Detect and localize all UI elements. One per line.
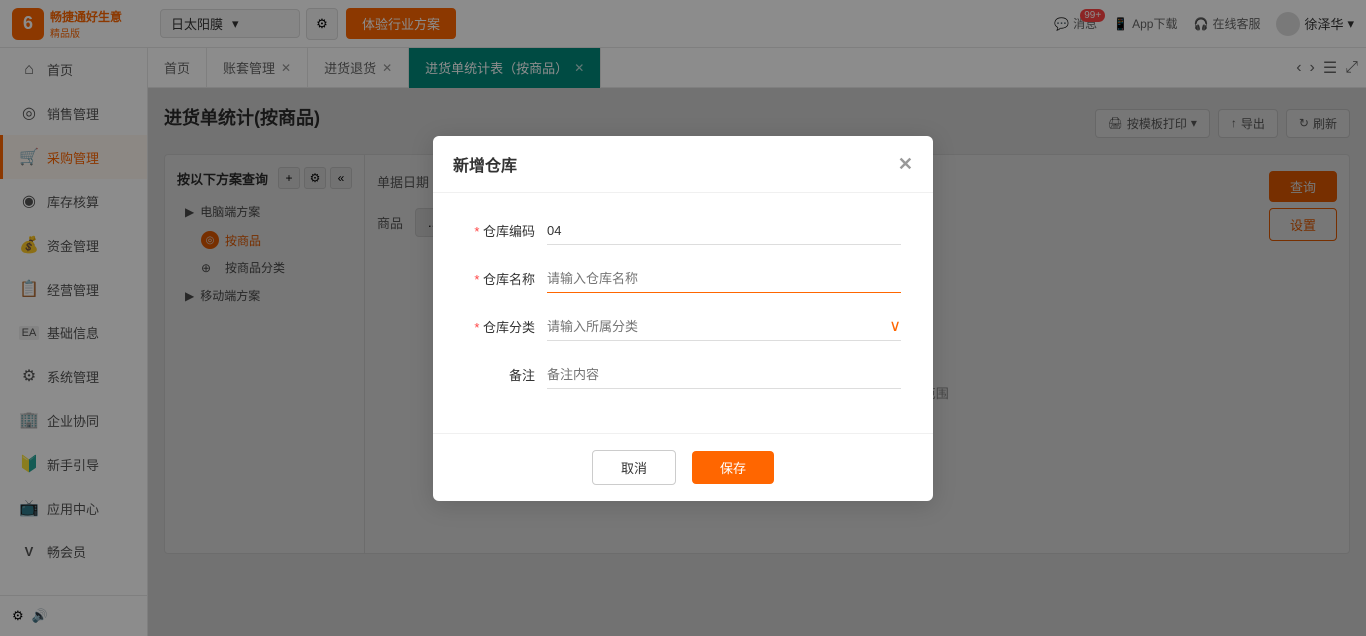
note-label: 备注	[465, 365, 535, 384]
dialog-close-button[interactable]: ✕	[898, 155, 913, 173]
dialog-footer: 取消 保存	[433, 433, 933, 501]
dialog-body: 仓库编码 仓库名称 仓库分类 ∨ 备注	[433, 193, 933, 433]
form-row-name: 仓库名称	[465, 265, 901, 293]
name-label: 仓库名称	[465, 269, 535, 288]
note-input[interactable]	[547, 361, 901, 389]
save-button[interactable]: 保存	[692, 451, 774, 484]
code-input[interactable]	[547, 217, 901, 245]
code-label: 仓库编码	[465, 221, 535, 240]
form-row-code: 仓库编码	[465, 217, 901, 245]
dialog-title: 新增仓库	[453, 152, 517, 176]
form-row-category: 仓库分类 ∨	[465, 313, 901, 341]
category-dropdown-icon[interactable]: ∨	[889, 316, 901, 336]
modal-overlay: 新增仓库 ✕ 仓库编码 仓库名称 仓库分类 ∨	[0, 0, 1366, 636]
category-label: 仓库分类	[465, 317, 535, 336]
cancel-button[interactable]: 取消	[592, 450, 676, 485]
form-row-note: 备注	[465, 361, 901, 389]
category-select-wrapper: ∨	[547, 313, 901, 341]
new-warehouse-dialog: 新增仓库 ✕ 仓库编码 仓库名称 仓库分类 ∨	[433, 136, 933, 501]
name-input[interactable]	[547, 265, 901, 293]
category-input[interactable]	[547, 313, 889, 340]
dialog-header: 新增仓库 ✕	[433, 136, 933, 193]
